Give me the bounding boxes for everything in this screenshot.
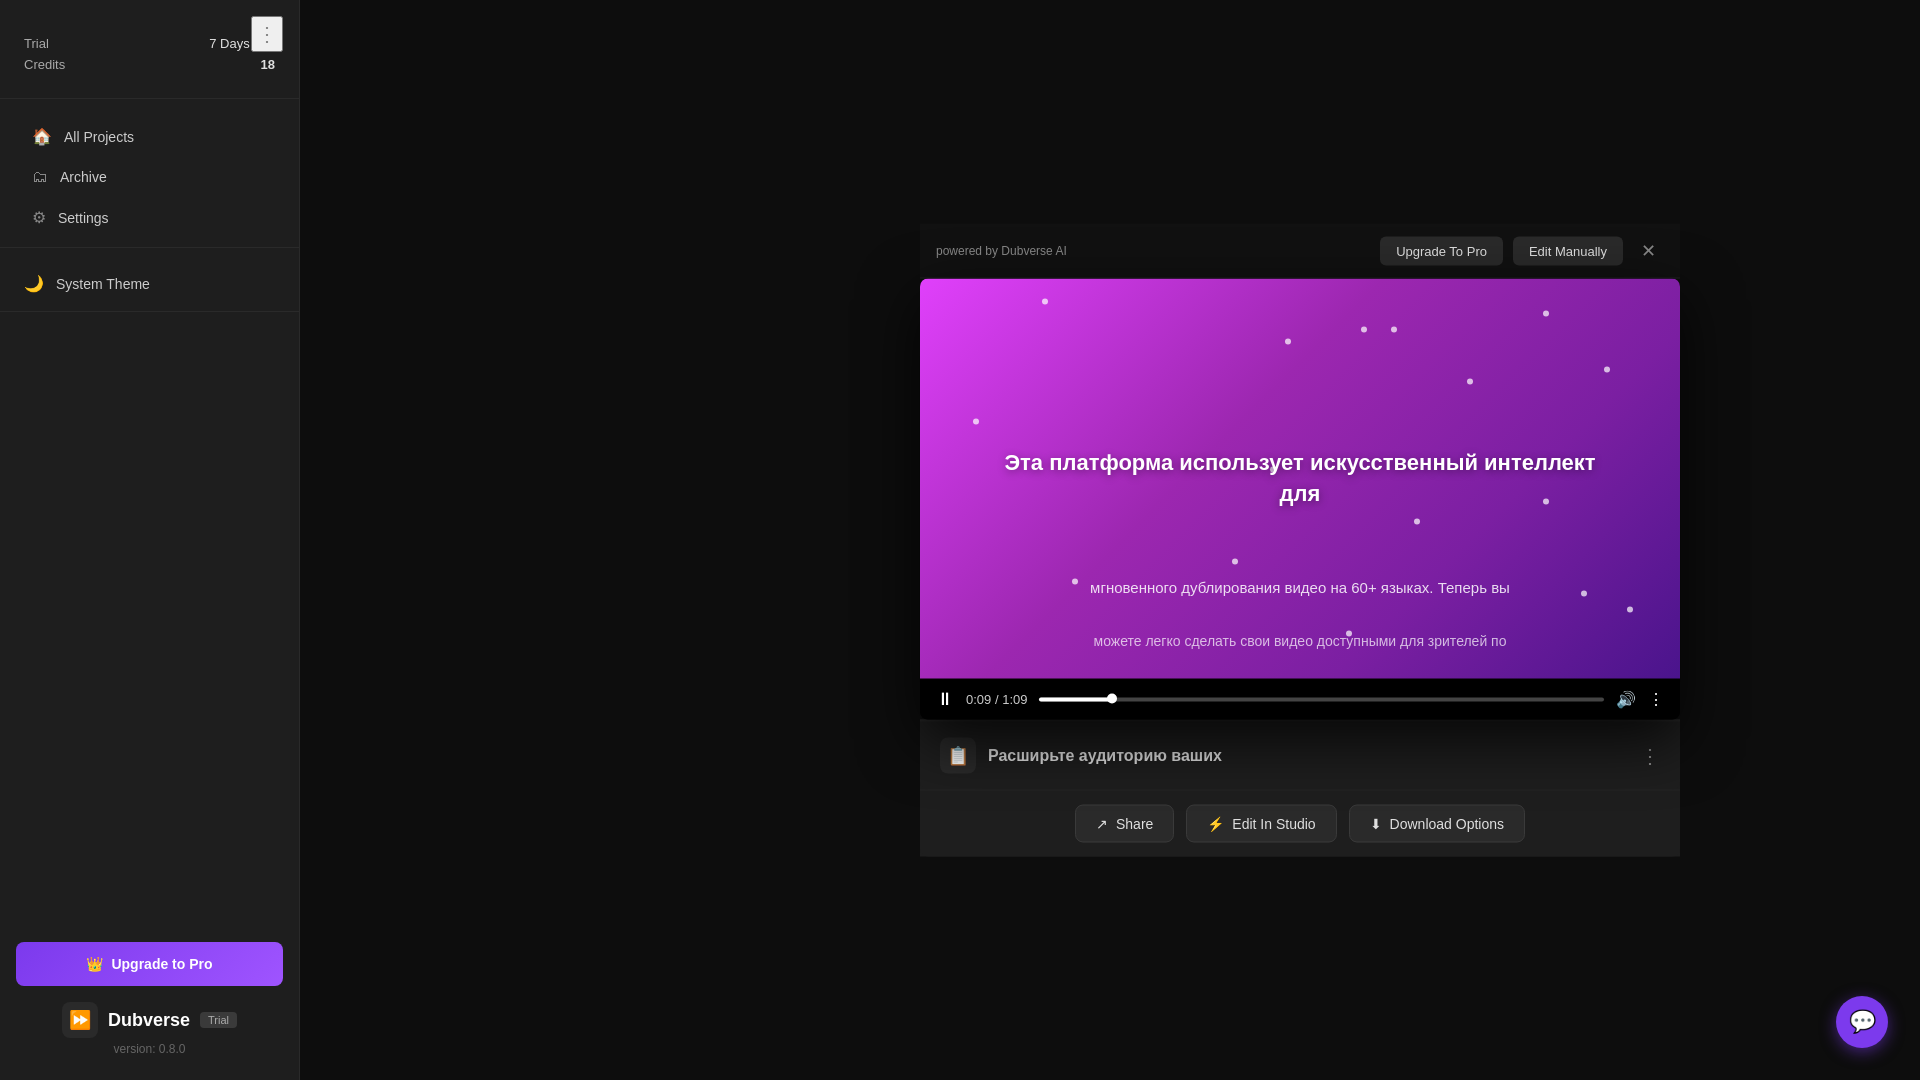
home-icon: 🏠 xyxy=(32,127,52,146)
top-actions: Upgrade To Pro Edit Manually ✕ xyxy=(1380,236,1664,266)
edit-in-studio-button[interactable]: ⚡ Edit In Studio xyxy=(1186,805,1336,843)
current-time: 0:09 xyxy=(966,692,991,707)
brand-section: ⏩ Dubverse Trial version: 0.8.0 xyxy=(0,1002,299,1064)
card-left: 📋 Расширьте аудиторию ваших xyxy=(940,738,1222,774)
all-projects-label: All Projects xyxy=(64,129,134,145)
share-icon: ↗ xyxy=(1096,816,1108,832)
theme-toggle[interactable]: 🌙 System Theme xyxy=(0,264,299,303)
video-modal: powered by Dubverse AI Upgrade To Pro Ed… xyxy=(920,224,1680,857)
edit-manually-button[interactable]: Edit Manually xyxy=(1513,236,1623,265)
powered-by-text: powered by Dubverse AI xyxy=(936,244,1067,258)
sidebar-item-all-projects[interactable]: 🏠 All Projects xyxy=(8,117,291,156)
share-label: Share xyxy=(1116,816,1153,832)
sidebar-item-settings[interactable]: ⚙ Settings xyxy=(8,198,291,237)
chat-bubble[interactable]: 💬 xyxy=(1836,996,1888,1048)
more-options-button[interactable]: ⋮ xyxy=(1648,690,1664,709)
download-label: Download Options xyxy=(1390,816,1504,832)
credits-value: 18 xyxy=(261,57,275,72)
archive-icon: 🗂 xyxy=(32,168,48,186)
theme-section: 🌙 System Theme xyxy=(0,256,299,312)
credits-label: Credits xyxy=(24,57,65,72)
video-controls: ⏸ 0:09 / 1:09 🔊 ⋮ xyxy=(920,679,1680,720)
download-icon: ⬇ xyxy=(1370,816,1382,832)
play-pause-button[interactable]: ⏸ xyxy=(936,689,954,710)
brand-version: version: 0.8.0 xyxy=(113,1042,185,1056)
action-buttons: ↗ Share ⚡ Edit In Studio ⬇ Download Opti… xyxy=(920,790,1680,857)
video-main-text: Эта платформа использует искусственный и… xyxy=(996,448,1604,510)
card-three-dots-button[interactable]: ⋮ xyxy=(1640,744,1660,768)
moon-icon: 🌙 xyxy=(24,274,44,293)
video-area: Эта платформа использует искусственный и… xyxy=(920,279,1680,679)
video-popup: Эта платформа использует искусственный и… xyxy=(920,279,1680,720)
chat-icon: 💬 xyxy=(1849,1009,1876,1035)
sidebar-nav: 🏠 All Projects 🗂 Archive ⚙ Settings xyxy=(0,107,299,248)
download-options-button[interactable]: ⬇ Download Options xyxy=(1349,805,1525,843)
share-button[interactable]: ↗ Share xyxy=(1075,805,1174,843)
crown-icon: 👑 xyxy=(86,956,103,972)
sidebar-menu-dots[interactable]: ⋮ xyxy=(251,16,283,52)
progress-dot xyxy=(1107,693,1117,703)
theme-label: System Theme xyxy=(56,276,150,292)
sidebar: ⋮ Trial 7 Days Left Credits 18 🏠 All Pro… xyxy=(0,0,300,1080)
upgrade-to-pro-modal-button[interactable]: Upgrade To Pro xyxy=(1380,236,1503,265)
archive-label: Archive xyxy=(60,169,107,185)
card-icon-symbol: 📋 xyxy=(947,745,969,767)
video-card: 📋 Расширьте аудиторию ваших ⋮ xyxy=(920,721,1680,790)
sidebar-item-archive[interactable]: 🗂 Archive xyxy=(8,158,291,196)
upgrade-btn-label: Upgrade to Pro xyxy=(111,956,212,972)
settings-label: Settings xyxy=(58,210,109,226)
trial-label: Trial xyxy=(24,36,49,51)
volume-button[interactable]: 🔊 xyxy=(1616,690,1636,709)
edit-studio-label: Edit In Studio xyxy=(1232,816,1315,832)
progress-bar[interactable] xyxy=(1039,697,1604,701)
brand-logo-icon: ⏩ xyxy=(69,1009,91,1031)
edit-studio-icon: ⚡ xyxy=(1207,816,1224,832)
card-icon: 📋 xyxy=(940,738,976,774)
time-display: 0:09 / 1:09 xyxy=(966,692,1027,707)
brand-name: Dubverse xyxy=(108,1010,190,1031)
video-sub-text2: можете легко сделать свои видео доступны… xyxy=(977,633,1623,649)
card-title: Расширьте аудиторию ваших xyxy=(988,747,1222,765)
settings-icon: ⚙ xyxy=(32,208,46,227)
main-content: powered by Dubverse AI Upgrade To Pro Ed… xyxy=(300,0,1920,1080)
upgrade-to-pro-button[interactable]: 👑 Upgrade to Pro xyxy=(16,942,283,986)
brand-trial-badge: Trial xyxy=(200,1012,237,1028)
video-sub-text: мгновенного дублирования видео на 60+ яз… xyxy=(977,576,1623,599)
progress-fill xyxy=(1039,697,1112,701)
video-top-bar: powered by Dubverse AI Upgrade To Pro Ed… xyxy=(920,224,1680,279)
close-button[interactable]: ✕ xyxy=(1633,236,1664,266)
brand-logo: ⏩ xyxy=(62,1002,98,1038)
total-time: 1:09 xyxy=(1002,692,1027,707)
